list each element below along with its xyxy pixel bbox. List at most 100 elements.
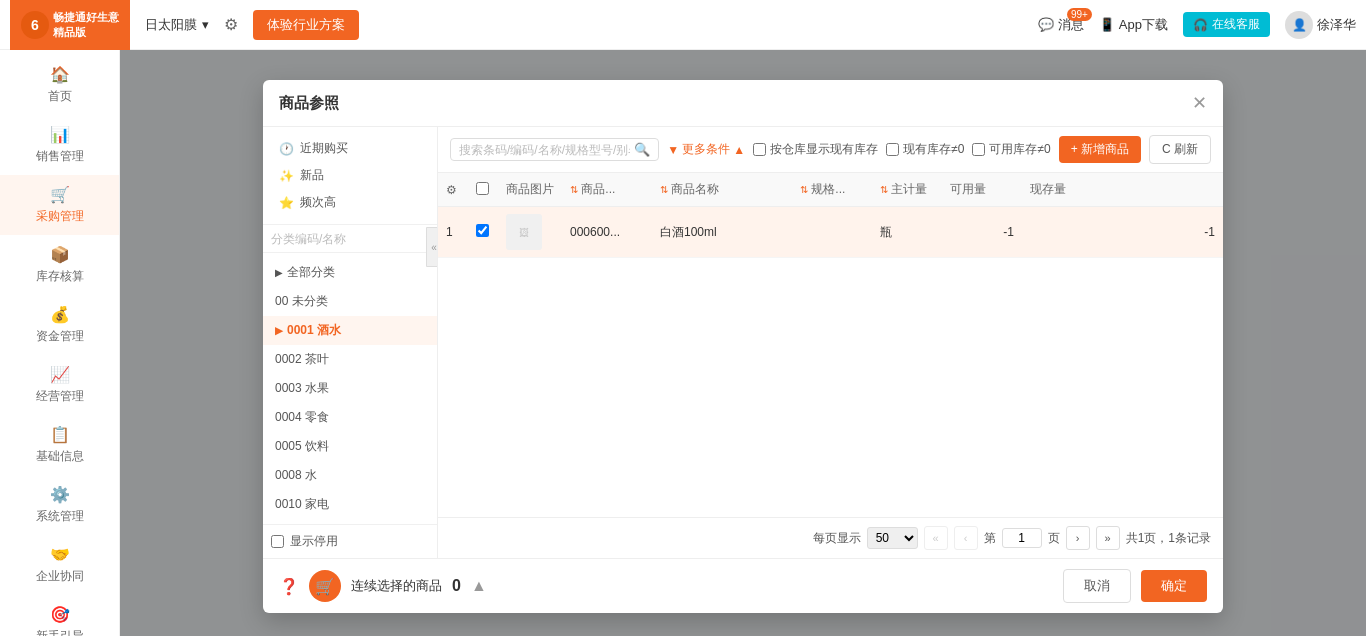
app-download-nav-item[interactable]: 📱 App下载 (1099, 16, 1168, 34)
store-selector[interactable]: 日太阳膜 ▾ (145, 16, 214, 34)
sort-icon-code: ⇅ (570, 184, 578, 195)
purchase-icon: 🛒 (50, 185, 70, 204)
table-row[interactable]: 1 🖼 (438, 207, 1223, 258)
cat-tea[interactable]: 0002 茶叶 (263, 345, 437, 374)
sidebar-item-inventory[interactable]: 📦 库存核算 (0, 235, 119, 295)
sidebar-item-guide[interactable]: 🎯 新手引导 (0, 595, 119, 636)
page-number-input[interactable] (1002, 528, 1042, 548)
cat-liquor[interactable]: ▶ 0001 酒水 (263, 316, 437, 345)
cancel-button[interactable]: 取消 (1063, 569, 1131, 603)
cart-icon[interactable]: 🛒 (309, 570, 341, 602)
show-disabled-checkbox[interactable] (271, 535, 284, 548)
show-stock-by-warehouse-checkbox[interactable] (753, 143, 766, 156)
page-size-select[interactable]: 50 10 20 100 (867, 527, 918, 549)
modal-footer: ❓ 🛒 连续选择的商品 0 ▲ 取消 确定 (263, 558, 1223, 613)
nonzero-stock-checkbox[interactable] (886, 143, 899, 156)
phone-icon: 📱 (1099, 17, 1115, 32)
product-panel: 🔍 ▼ 更多条件 ▲ 按仓库显示现有库存 (438, 127, 1223, 558)
product-toolbar: 🔍 ▼ 更多条件 ▲ 按仓库显示现有库存 (438, 127, 1223, 173)
home-icon: 🏠 (50, 65, 70, 84)
th-spec[interactable]: ⇅ 规格... (792, 173, 872, 207)
select-all-checkbox[interactable] (476, 182, 489, 195)
help-icon[interactable]: ❓ (279, 577, 299, 596)
available-nonzero-filter[interactable]: 可用库存≠0 (972, 141, 1050, 158)
cat-uncategorized[interactable]: 00 未分类 (263, 287, 437, 316)
first-page-button[interactable]: « (924, 526, 948, 550)
sort-icon-unit: ⇅ (880, 184, 888, 195)
th-product-image: 商品图片 (498, 173, 562, 207)
show-disabled-label[interactable]: 显示停用 (290, 533, 338, 550)
cat-drinks[interactable]: 0005 饮料 (263, 432, 437, 461)
prev-page-button[interactable]: ‹ (954, 526, 978, 550)
row-checkbox-cell (468, 207, 498, 258)
sidebar-item-basic-info[interactable]: 📋 基础信息 (0, 415, 119, 475)
available-nonzero-checkbox[interactable] (972, 143, 985, 156)
add-product-button[interactable]: + 新增商品 (1059, 136, 1141, 163)
sidebar-item-home[interactable]: 🏠 首页 (0, 55, 119, 115)
row-code: 000600... (562, 207, 652, 258)
th-product-code[interactable]: ⇅ 商品... (562, 173, 652, 207)
product-search-icon[interactable]: 🔍 (634, 142, 650, 157)
chevron-down-icon: ▾ (202, 17, 209, 32)
try-industry-button[interactable]: 体验行业方案 (253, 10, 359, 40)
category-collapse-button[interactable]: « (426, 227, 438, 267)
cat-all[interactable]: ▶ 全部分类 (263, 258, 437, 287)
quick-link-frequent[interactable]: ⭐ 频次高 (271, 189, 429, 216)
sidebar-item-finance[interactable]: 💰 资金管理 (0, 295, 119, 355)
frequency-icon: ⭐ (279, 196, 294, 210)
user-profile-nav-item[interactable]: 👤 徐泽华 (1285, 11, 1356, 39)
sort-icon-name: ⇅ (660, 184, 668, 195)
last-page-button[interactable]: » (1096, 526, 1120, 550)
filter-arrow-icon: ▲ (733, 143, 745, 157)
show-stock-by-warehouse-filter[interactable]: 按仓库显示现有库存 (753, 141, 878, 158)
modal-title: 商品参照 (279, 94, 339, 113)
product-search-input[interactable] (459, 143, 630, 157)
sidebar-item-system[interactable]: ⚙️ 系统管理 (0, 475, 119, 535)
gear-icon[interactable]: ⚙ (224, 15, 238, 34)
logo: 6 畅捷通好生意 精品版 (10, 0, 130, 50)
th-product-name[interactable]: ⇅ 商品名称 (652, 173, 792, 207)
inventory-icon: 📦 (50, 245, 70, 264)
expand-icon: ▶ (275, 267, 283, 278)
image-icon: 🖼 (519, 227, 529, 238)
page-suffix: 页 (1048, 530, 1060, 547)
guide-icon: 🎯 (50, 605, 70, 624)
avatar: 👤 (1285, 11, 1313, 39)
modal-close-button[interactable]: ✕ (1192, 92, 1207, 114)
sidebar-item-management[interactable]: 📈 经营管理 (0, 355, 119, 415)
message-icon: 💬 (1038, 17, 1054, 32)
expand-icon-2: ▶ (275, 325, 283, 336)
message-nav-item[interactable]: 💬 消息 99+ (1038, 16, 1084, 34)
online-service-nav-item[interactable]: 🎧 在线客服 (1183, 12, 1270, 37)
message-badge: 99+ (1067, 8, 1092, 21)
product-image-placeholder: 🖼 (506, 214, 542, 250)
th-unit[interactable]: ⇅ 主计量 (872, 173, 942, 207)
enterprise-icon: 🤝 (50, 545, 70, 564)
table-body: 1 🖼 (438, 207, 1223, 258)
category-search-input[interactable] (271, 232, 421, 246)
star-icon: ✨ (279, 169, 294, 183)
sidebar-item-purchase[interactable]: 🛒 采购管理 (0, 175, 119, 235)
sidebar-item-enterprise[interactable]: 🤝 企业协同 (0, 535, 119, 595)
quick-link-new[interactable]: ✨ 新品 (271, 162, 429, 189)
finance-icon: 💰 (50, 305, 70, 324)
more-filters-button[interactable]: ▼ 更多条件 ▲ (667, 141, 745, 158)
sidebar-item-sales[interactable]: 📊 销售管理 (0, 115, 119, 175)
cat-snacks[interactable]: 0004 零食 (263, 403, 437, 432)
content-area: 商品参照 ✕ 🕐 近期购买 ✨ (120, 50, 1366, 636)
next-page-button[interactable]: › (1066, 526, 1090, 550)
refresh-button[interactable]: C 刷新 (1149, 135, 1211, 164)
nonzero-stock-filter[interactable]: 现有库存≠0 (886, 141, 964, 158)
show-disabled-area: 显示停用 (263, 524, 437, 558)
confirm-button[interactable]: 确定 (1141, 570, 1207, 602)
quick-link-recent[interactable]: 🕐 近期购买 (271, 135, 429, 162)
selected-count: 0 (452, 577, 461, 595)
footer-collapse-button[interactable]: ▲ (471, 577, 487, 595)
logo-icon: 6 (21, 11, 49, 39)
row-checkbox[interactable] (476, 224, 489, 237)
row-stock: -1 (1022, 207, 1223, 258)
row-index: 1 (438, 207, 468, 258)
cat-appliance[interactable]: 0010 家电 (263, 490, 437, 519)
cat-fruit[interactable]: 0003 水果 (263, 374, 437, 403)
cat-water[interactable]: 0008 水 (263, 461, 437, 490)
